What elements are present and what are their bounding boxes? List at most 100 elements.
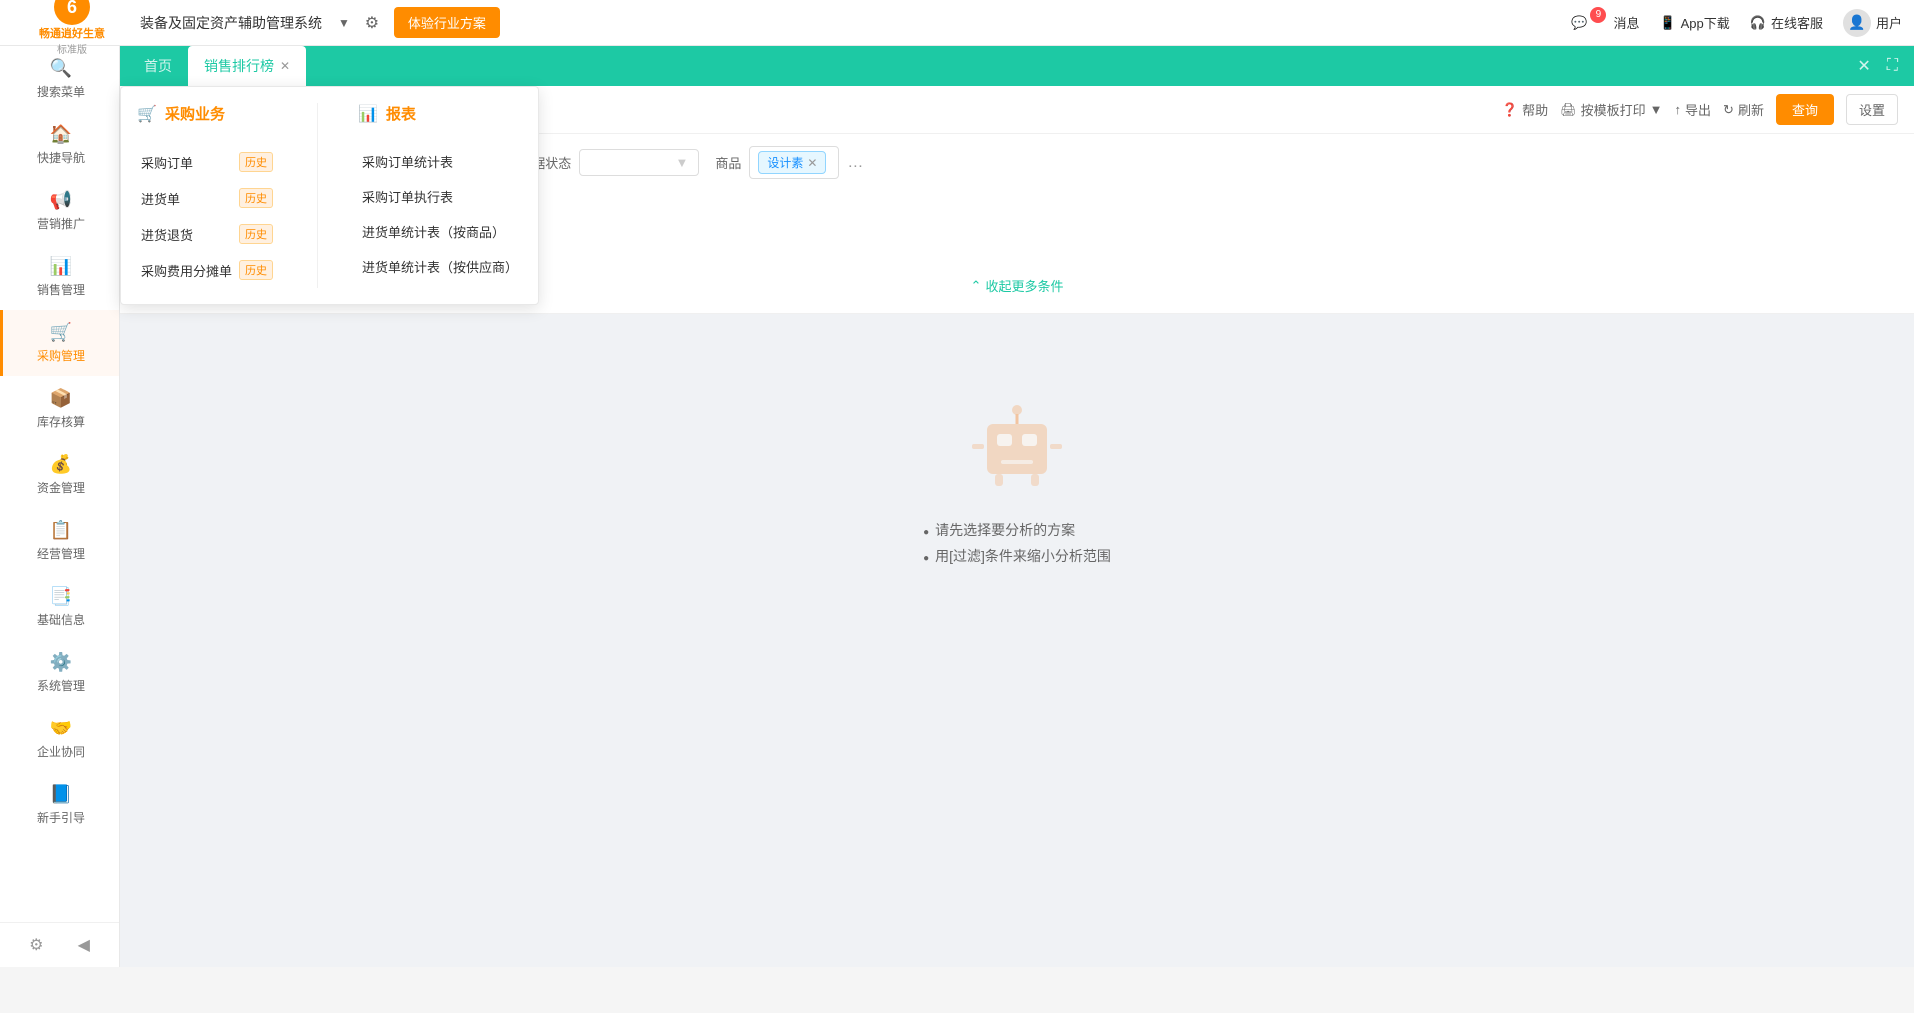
- stock-in-label: 进货单: [141, 189, 180, 208]
- product-tag-text: 设计素: [767, 154, 803, 171]
- refresh-icon: ↻: [1723, 102, 1734, 118]
- dropdown-item-purchase-order[interactable]: 采购订单 历史: [137, 144, 277, 180]
- stock-return-hist: 历史: [239, 224, 273, 244]
- chevron-up-icon: ⌃: [971, 278, 982, 294]
- sidebar-label-operations: 经营管理: [37, 545, 85, 562]
- settings-btn[interactable]: 设置: [1846, 94, 1898, 125]
- sidebar-label-finance: 资金管理: [37, 479, 85, 496]
- product-filter: 商品 设计素 ✕ …: [715, 146, 863, 179]
- dropdown-item-expense-split[interactable]: 采购费用分摊单 历史: [137, 252, 277, 288]
- tabbar: 首页 销售排行榜 ✕ ✕ ⛶: [120, 46, 1914, 86]
- industry-btn[interactable]: 体验行业方案: [394, 7, 500, 38]
- user-label: 用户: [1876, 13, 1902, 32]
- guide-icon: 📘: [50, 784, 72, 805]
- sidebar-bottom: ⚙ ◀: [0, 922, 119, 967]
- purchase-section-label: 采购业务: [165, 103, 225, 124]
- messages-label: 消息: [1613, 13, 1639, 32]
- sidebar-settings-btn[interactable]: ⚙: [29, 935, 43, 955]
- sidebar-label-inventory: 库存核算: [37, 413, 85, 430]
- cooperation-icon: 🤝: [50, 718, 72, 739]
- sidebar-label-search: 搜索菜单: [37, 83, 85, 100]
- headset-icon: 🎧: [1750, 15, 1766, 31]
- help-icon: ❓: [1502, 102, 1518, 118]
- dropdown-item-stock-in[interactable]: 进货单 历史: [137, 180, 277, 216]
- purchase-order-stats-label: 采购订单统计表: [362, 152, 453, 171]
- sidebar-item-operations[interactable]: 📋 经营管理: [0, 508, 119, 574]
- operations-icon: 📋: [50, 520, 72, 541]
- purchase-section-title: 🛒 采购业务: [137, 103, 277, 132]
- export-btn[interactable]: ↑ 导出: [1675, 100, 1712, 119]
- messages-action[interactable]: 💬 9 消息: [1571, 13, 1639, 32]
- print-template-btn[interactable]: 🖨 按模板打印 ▼: [1560, 100, 1662, 119]
- tabbar-close-icon[interactable]: ✕: [1849, 52, 1878, 80]
- expense-split-hist: 历史: [239, 260, 273, 280]
- user-action[interactable]: 👤 用户: [1843, 9, 1902, 37]
- sidebar-label-purchase: 采购管理: [37, 347, 85, 364]
- sidebar-item-sales[interactable]: 📊 销售管理: [0, 244, 119, 310]
- online-service-action[interactable]: 🎧 在线客服: [1750, 13, 1823, 32]
- tabbar-expand-icon[interactable]: ⛶: [1879, 53, 1906, 79]
- inventory-icon: 📦: [50, 388, 72, 409]
- refresh-btn[interactable]: ↻ 刷新: [1723, 100, 1764, 119]
- system-name: 装备及固定资产辅助管理系统: [132, 9, 330, 37]
- dropdown-item-purchase-order-exec[interactable]: 采购订单执行表: [358, 179, 522, 214]
- basic-info-icon: 📑: [50, 586, 72, 607]
- sidebar-label-basic-info: 基础信息: [37, 611, 85, 628]
- sidebar-collapse-btn[interactable]: ◀: [78, 935, 90, 955]
- sidebar: 🔍 搜索菜单 🏠 快捷导航 📢 营销推广 📊 销售管理 🛒 采购管理 📦 库存核…: [0, 46, 120, 967]
- product-tag-remove[interactable]: ✕: [807, 156, 817, 170]
- user-avatar: 👤: [1843, 9, 1871, 37]
- dropdown-divider: [317, 103, 318, 288]
- sidebar-item-marketing[interactable]: 📢 营销推广: [0, 178, 119, 244]
- sidebar-item-quick-nav[interactable]: 🏠 快捷导航: [0, 112, 119, 178]
- print-template-label: 按模板打印: [1581, 100, 1646, 119]
- dropdown-item-stock-in-stats-supplier[interactable]: 进货单统计表（按供应商）: [358, 249, 522, 284]
- logo-icon: 6: [54, 0, 90, 25]
- logo-app-name: 畅通逍好生意: [39, 25, 105, 41]
- purchase-order-hist: 历史: [239, 152, 273, 172]
- app-download-label: App下载: [1681, 13, 1730, 32]
- stock-in-stats-supplier-label: 进货单统计表（按供应商）: [362, 257, 518, 276]
- order-status-select[interactable]: ▼: [579, 149, 699, 176]
- sidebar-item-system[interactable]: ⚙️ 系统管理: [0, 640, 119, 706]
- tab-close-icon[interactable]: ✕: [280, 59, 290, 73]
- purchase-order-label: 采购订单: [141, 153, 193, 172]
- sidebar-item-purchase[interactable]: 🛒 采购管理: [0, 310, 119, 376]
- logo-edition: 标准版: [57, 41, 87, 56]
- search-icon: 🔍: [50, 58, 72, 79]
- empty-tip-1: 请先选择要分析的方案: [923, 520, 1111, 540]
- sales-icon: 📊: [50, 256, 72, 277]
- query-btn[interactable]: 查询: [1776, 94, 1834, 125]
- dropdown-item-stock-return[interactable]: 进货退货 历史: [137, 216, 277, 252]
- product-more-icon[interactable]: …: [847, 154, 863, 172]
- topbar-system: 装备及固定资产辅助管理系统 ▼ ⚙ 体验行业方案: [132, 7, 1571, 38]
- purchase-section-icon: 🛒: [137, 104, 157, 124]
- sidebar-item-guide[interactable]: 📘 新手引导: [0, 772, 119, 838]
- tab-sales-rank[interactable]: 销售排行榜 ✕: [188, 46, 306, 86]
- sidebar-label-sales: 销售管理: [37, 281, 85, 298]
- sidebar-item-inventory[interactable]: 📦 库存核算: [0, 376, 119, 442]
- dropdown-item-purchase-order-stats[interactable]: 采购订单统计表: [358, 144, 522, 179]
- stock-return-label: 进货退货: [141, 225, 193, 244]
- sidebar-item-basic-info[interactable]: 📑 基础信息: [0, 574, 119, 640]
- print-icon: 🖨: [1560, 102, 1577, 118]
- marketing-icon: 📢: [50, 190, 72, 211]
- logo-area: 6 畅通逍好生意 标准版: [12, 0, 132, 56]
- system-icon: ⚙️: [50, 652, 72, 673]
- dropdown-item-stock-in-stats-product[interactable]: 进货单统计表（按商品）: [358, 214, 522, 249]
- app-download-action[interactable]: 📱 App下载: [1659, 13, 1729, 32]
- reports-section-title: 📊 报表: [358, 103, 522, 132]
- reports-section-label: 报表: [386, 103, 416, 124]
- help-btn[interactable]: ❓ 帮助: [1502, 100, 1548, 119]
- finance-icon: 💰: [50, 454, 72, 475]
- tab-home[interactable]: 首页: [128, 46, 188, 86]
- messages-badge: 9: [1590, 7, 1606, 23]
- sidebar-item-finance[interactable]: 💰 资金管理: [0, 442, 119, 508]
- system-dropdown-icon[interactable]: ▼: [338, 16, 350, 30]
- export-label: 导出: [1685, 100, 1711, 119]
- sidebar-item-cooperation[interactable]: 🤝 企业协同: [0, 706, 119, 772]
- order-status-filter: 单据状态 ▼: [519, 149, 699, 176]
- settings-icon[interactable]: ⚙: [358, 9, 386, 37]
- tab-sales-rank-label: 销售排行榜: [204, 56, 274, 76]
- tab-home-label: 首页: [144, 56, 172, 76]
